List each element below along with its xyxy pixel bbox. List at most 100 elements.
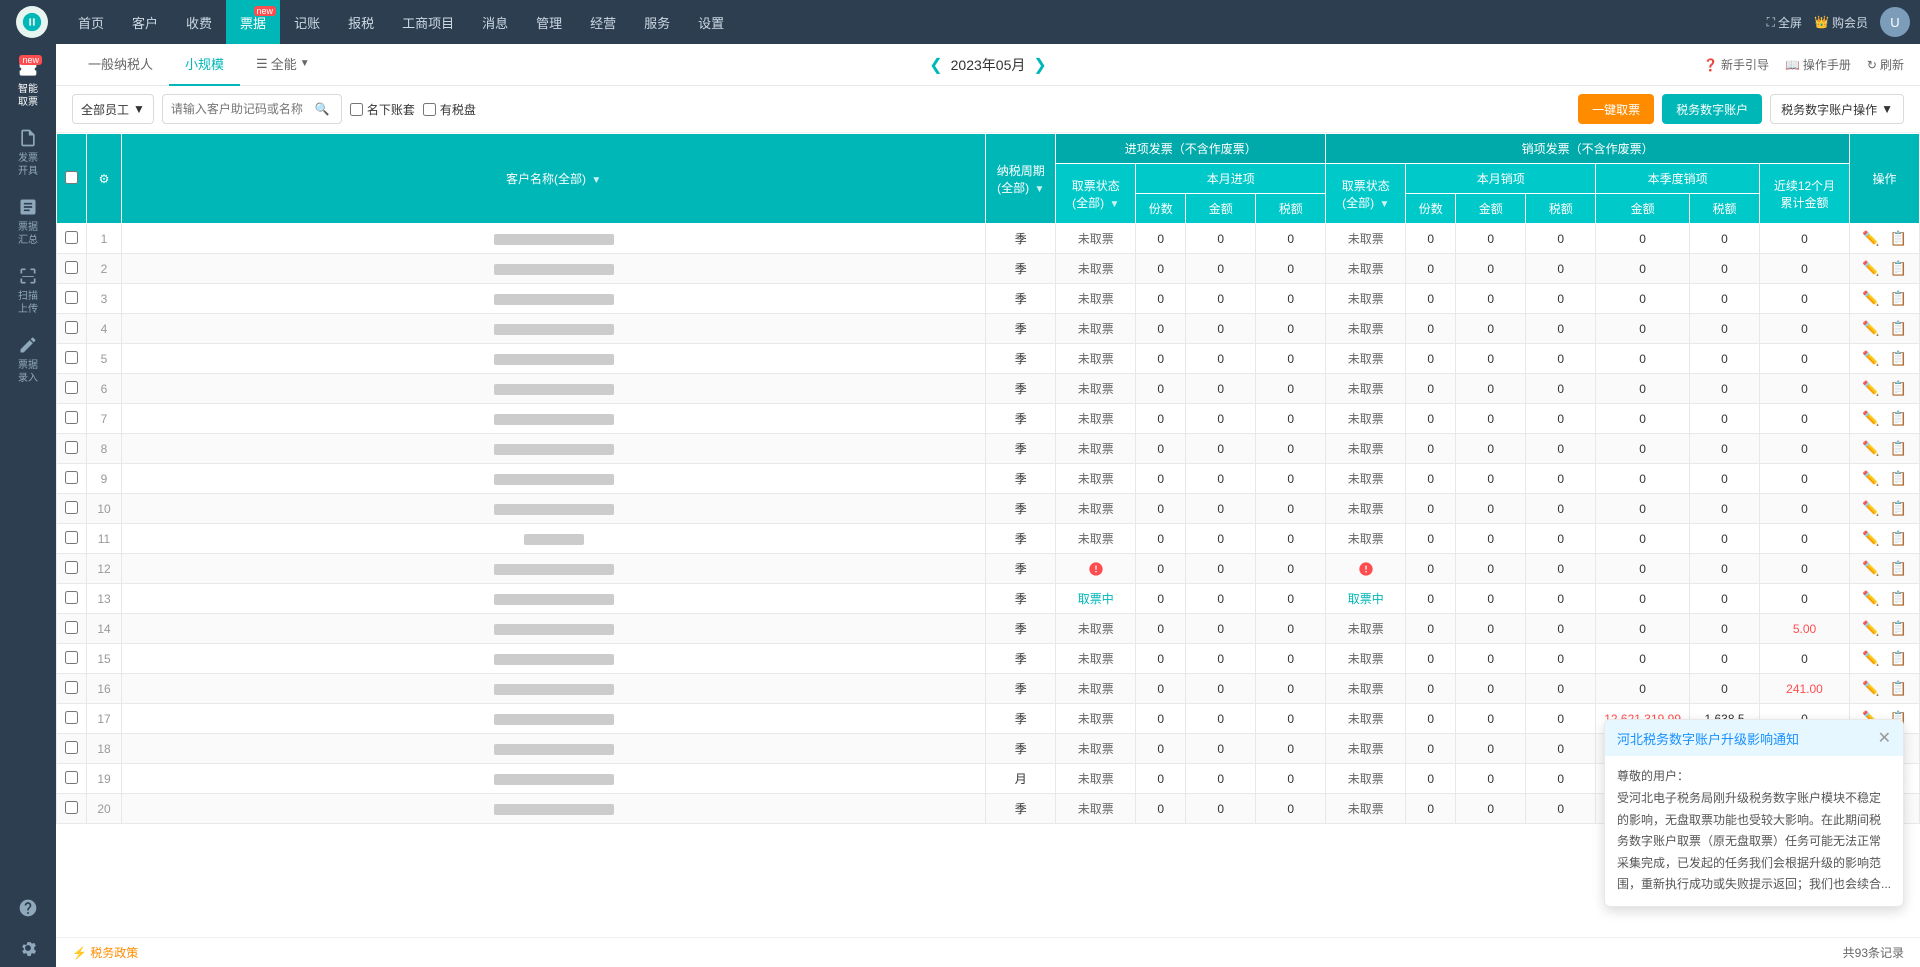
- th-jin-status[interactable]: 取票状态(全部) ▼: [1056, 164, 1136, 224]
- next-month-button[interactable]: ❯: [1033, 55, 1046, 75]
- nav-tax[interactable]: 报税: [334, 0, 388, 44]
- nav-settings[interactable]: 设置: [684, 0, 738, 44]
- copy-icon[interactable]: 📋: [1890, 500, 1907, 517]
- row-checkbox-cell[interactable]: [57, 584, 87, 614]
- copy-icon[interactable]: 📋: [1890, 650, 1907, 667]
- manual-button[interactable]: 📖 操作手册: [1785, 56, 1851, 73]
- customer-name-cell[interactable]: [122, 764, 986, 794]
- customer-name-cell[interactable]: [122, 644, 986, 674]
- row-checkbox[interactable]: [65, 561, 78, 574]
- customer-search-input[interactable]: [171, 102, 311, 116]
- copy-icon[interactable]: 📋: [1890, 320, 1907, 337]
- edit-icon[interactable]: ✏️: [1862, 410, 1879, 427]
- select-all-checkbox[interactable]: [65, 171, 78, 184]
- customer-name-cell[interactable]: [122, 584, 986, 614]
- nav-ticket[interactable]: 票据 new: [226, 0, 280, 44]
- edit-icon[interactable]: ✏️: [1862, 680, 1879, 697]
- row-checkbox[interactable]: [65, 291, 78, 304]
- copy-icon[interactable]: 📋: [1890, 230, 1907, 247]
- th-customer-name[interactable]: 客户名称(全部) ▼: [122, 134, 986, 224]
- has-taxpad-checkbox-input[interactable]: [423, 103, 436, 116]
- customer-name-cell[interactable]: [122, 614, 986, 644]
- copy-icon[interactable]: 📋: [1890, 290, 1907, 307]
- row-checkbox-cell[interactable]: [57, 464, 87, 494]
- copy-icon[interactable]: 📋: [1890, 560, 1907, 577]
- customer-name-cell[interactable]: [122, 344, 986, 374]
- row-checkbox-cell[interactable]: [57, 374, 87, 404]
- row-checkbox[interactable]: [65, 441, 78, 454]
- row-checkbox[interactable]: [65, 531, 78, 544]
- digital-account-operation-button[interactable]: 税务数字账户操作 ▼: [1770, 94, 1904, 124]
- customer-name-cell[interactable]: [122, 404, 986, 434]
- row-checkbox-cell[interactable]: [57, 764, 87, 794]
- copy-icon[interactable]: 📋: [1890, 440, 1907, 457]
- customer-name-cell[interactable]: [122, 464, 986, 494]
- row-checkbox[interactable]: [65, 681, 78, 694]
- digital-tax-account-button[interactable]: 税务数字账户: [1662, 94, 1762, 124]
- nav-fee[interactable]: 收费: [172, 0, 226, 44]
- row-checkbox[interactable]: [65, 591, 78, 604]
- vip-button[interactable]: 👑 购会员: [1814, 14, 1868, 31]
- row-checkbox[interactable]: [65, 381, 78, 394]
- row-checkbox-cell[interactable]: [57, 554, 87, 584]
- edit-icon[interactable]: ✏️: [1862, 650, 1879, 667]
- customer-name-cell[interactable]: [122, 254, 986, 284]
- under-name-checkbox-input[interactable]: [350, 103, 363, 116]
- customer-name-cell[interactable]: [122, 674, 986, 704]
- customer-name-cell[interactable]: [122, 554, 986, 584]
- row-checkbox-cell[interactable]: [57, 734, 87, 764]
- guide-button[interactable]: ❓ 新手引导: [1703, 56, 1769, 73]
- sidebar-item-help[interactable]: [0, 889, 56, 927]
- row-checkbox-cell[interactable]: [57, 794, 87, 824]
- row-checkbox-cell[interactable]: [57, 494, 87, 524]
- edit-icon[interactable]: ✏️: [1862, 320, 1879, 337]
- th-xiao-status[interactable]: 取票状态(全部) ▼: [1326, 164, 1406, 224]
- edit-icon[interactable]: ✏️: [1862, 380, 1879, 397]
- row-checkbox[interactable]: [65, 351, 78, 364]
- copy-icon[interactable]: 📋: [1890, 620, 1907, 637]
- sidebar-item-settings-bottom[interactable]: [0, 929, 56, 967]
- row-checkbox[interactable]: [65, 771, 78, 784]
- copy-icon[interactable]: 📋: [1890, 470, 1907, 487]
- row-checkbox-cell[interactable]: [57, 344, 87, 374]
- edit-icon[interactable]: ✏️: [1862, 260, 1879, 277]
- nav-message[interactable]: 消息: [468, 0, 522, 44]
- edit-icon[interactable]: ✏️: [1862, 500, 1879, 517]
- copy-icon[interactable]: 📋: [1890, 410, 1907, 427]
- row-checkbox-cell[interactable]: [57, 644, 87, 674]
- user-avatar[interactable]: U: [1880, 7, 1910, 37]
- gear-settings-icon[interactable]: ⚙: [95, 170, 113, 188]
- row-checkbox-cell[interactable]: [57, 224, 87, 254]
- row-checkbox-cell[interactable]: [57, 434, 87, 464]
- app-logo[interactable]: [10, 0, 54, 44]
- customer-name-cell[interactable]: [122, 524, 986, 554]
- sidebar-item-entry[interactable]: 票据录入: [0, 326, 56, 393]
- sidebar-item-invoice-open[interactable]: 发票开具: [0, 119, 56, 186]
- row-checkbox[interactable]: [65, 231, 78, 244]
- row-checkbox[interactable]: [65, 321, 78, 334]
- refresh-button[interactable]: ↻ 刷新: [1867, 56, 1904, 73]
- customer-search-box[interactable]: 🔍: [162, 94, 342, 124]
- row-checkbox-cell[interactable]: [57, 704, 87, 734]
- copy-icon[interactable]: 📋: [1890, 590, 1907, 607]
- edit-icon[interactable]: ✏️: [1862, 560, 1879, 577]
- customer-name-cell[interactable]: [122, 704, 986, 734]
- copy-icon[interactable]: 📋: [1890, 680, 1907, 697]
- under-name-checkbox[interactable]: 名下账套: [350, 101, 415, 118]
- nav-accounting[interactable]: 记账: [280, 0, 334, 44]
- customer-name-cell[interactable]: [122, 314, 986, 344]
- row-checkbox[interactable]: [65, 621, 78, 634]
- row-checkbox-cell[interactable]: [57, 674, 87, 704]
- edit-icon[interactable]: ✏️: [1862, 590, 1879, 607]
- one-click-ticket-button[interactable]: 一键取票: [1578, 94, 1654, 124]
- has-taxpad-checkbox[interactable]: 有税盘: [423, 101, 476, 118]
- fullscreen-button[interactable]: ⛶ 全屏: [1767, 14, 1802, 31]
- copy-icon[interactable]: 📋: [1890, 260, 1907, 277]
- row-checkbox-cell[interactable]: [57, 524, 87, 554]
- row-checkbox[interactable]: [65, 711, 78, 724]
- customer-name-cell[interactable]: [122, 374, 986, 404]
- edit-icon[interactable]: ✏️: [1862, 290, 1879, 307]
- nav-home[interactable]: 首页: [64, 0, 118, 44]
- row-checkbox-cell[interactable]: [57, 404, 87, 434]
- row-checkbox[interactable]: [65, 651, 78, 664]
